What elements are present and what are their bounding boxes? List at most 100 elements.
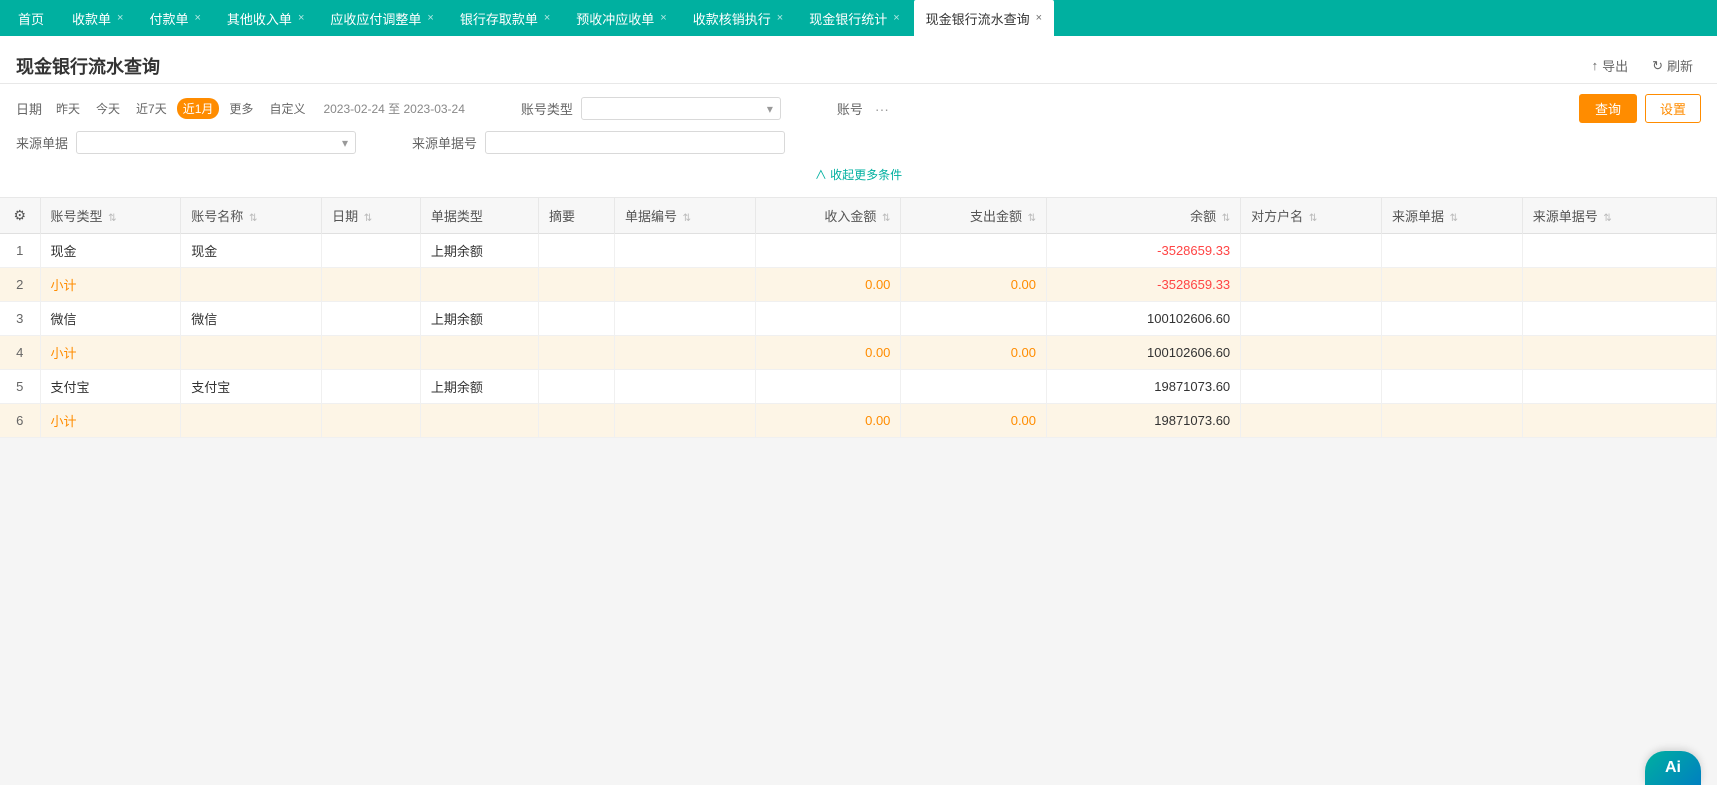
col-account-type[interactable]: 账号类型 ⇅ bbox=[40, 198, 181, 234]
ai-badge[interactable]: Ai bbox=[1645, 751, 1701, 785]
cell-seq: 6 bbox=[0, 404, 40, 438]
source-doc-no-label: 来源单据号 bbox=[412, 133, 477, 152]
col-expense-label: 支出金额 bbox=[970, 209, 1022, 224]
collapse-more-conditions[interactable]: ∧ 收起更多条件 bbox=[16, 162, 1701, 187]
date-btn-yesterday[interactable]: 昨天 bbox=[50, 98, 86, 119]
col-source-doc-no[interactable]: 来源单据号 ⇅ bbox=[1522, 198, 1716, 234]
col-date[interactable]: 日期 ⇅ bbox=[322, 198, 421, 234]
cell-counterparty bbox=[1241, 336, 1382, 370]
page-header: 现金银行流水查询 ↑ 导出 ↻ 刷新 bbox=[0, 36, 1717, 84]
cell-date bbox=[322, 302, 421, 336]
date-btn-7days[interactable]: 近7天 bbox=[130, 98, 173, 119]
account-more-icon[interactable]: ··· bbox=[871, 101, 893, 117]
account-type-select[interactable] bbox=[581, 97, 781, 120]
close-tab-1[interactable]: × bbox=[194, 12, 200, 24]
cell-account-name: 支付宝 bbox=[181, 370, 322, 404]
col-doc-type[interactable]: 单据类型 bbox=[420, 198, 538, 234]
table-row: 3 微信 微信 上期余额 100102606.60 bbox=[0, 302, 1717, 336]
settings-button[interactable]: 设置 bbox=[1645, 94, 1701, 123]
cell-doc-no bbox=[615, 370, 756, 404]
date-btn-today[interactable]: 今天 bbox=[90, 98, 126, 119]
cell-counterparty bbox=[1241, 370, 1382, 404]
col-source-doc[interactable]: 来源单据 ⇅ bbox=[1381, 198, 1522, 234]
date-options: 昨天 今天 近7天 近1月 更多 自定义 bbox=[50, 98, 311, 119]
filter-account: 账号 ··· bbox=[837, 99, 893, 118]
nav-tab-yushouzhong[interactable]: 预收冲应收单 × bbox=[564, 0, 678, 36]
sort-account-name: ⇅ bbox=[249, 213, 257, 224]
col-counterparty[interactable]: 对方户名 ⇅ bbox=[1241, 198, 1382, 234]
cell-doc-type bbox=[420, 336, 538, 370]
nav-tab-qitashouru[interactable]: 其他收入单 × bbox=[215, 0, 316, 36]
close-tab-5[interactable]: × bbox=[660, 12, 666, 24]
refresh-button[interactable]: ↻ 刷新 bbox=[1644, 52, 1701, 79]
cell-source-doc bbox=[1381, 404, 1522, 438]
cell-counterparty bbox=[1241, 302, 1382, 336]
cell-source-doc bbox=[1381, 268, 1522, 302]
col-doc-no-label: 单据编号 bbox=[625, 209, 677, 224]
cell-date bbox=[322, 336, 421, 370]
close-tab-7[interactable]: × bbox=[893, 12, 899, 24]
nav-tab-xianjinyinhangtongjj[interactable]: 现金银行统计 × bbox=[797, 0, 911, 36]
cell-income bbox=[755, 234, 901, 268]
col-expense[interactable]: 支出金额 ⇅ bbox=[901, 198, 1047, 234]
close-tab-6[interactable]: × bbox=[777, 12, 783, 24]
cell-source-doc-no bbox=[1522, 404, 1716, 438]
date-btn-custom[interactable]: 自定义 bbox=[263, 98, 311, 119]
column-settings-icon[interactable]: ⚙ bbox=[13, 207, 26, 224]
table-row: 6 小计 0.00 0.00 19871073.60 bbox=[0, 404, 1717, 438]
close-tab-4[interactable]: × bbox=[544, 12, 550, 24]
date-btn-more[interactable]: 更多 bbox=[223, 98, 259, 119]
close-tab-0[interactable]: × bbox=[117, 12, 123, 24]
nav-tab-xianjinyinhangliushui[interactable]: 现金银行流水查询 × bbox=[914, 0, 1054, 36]
cell-doc-type: 上期余额 bbox=[420, 234, 538, 268]
col-counterparty-label: 对方户名 bbox=[1251, 209, 1303, 224]
export-button[interactable]: ↑ 导出 bbox=[1584, 52, 1637, 79]
filter-date: 日期 昨天 今天 近7天 近1月 更多 自定义 2023-02-24 至 202… bbox=[16, 98, 465, 119]
sort-source-doc: ⇅ bbox=[1450, 213, 1458, 224]
col-summary[interactable]: 摘要 bbox=[538, 198, 614, 234]
nav-home[interactable]: 首页 bbox=[4, 0, 58, 36]
col-balance[interactable]: 余额 ⇅ bbox=[1047, 198, 1241, 234]
cell-source-doc-no bbox=[1522, 268, 1716, 302]
nav-tab-shoukuanhexiao[interactable]: 收款核销执行 × bbox=[681, 0, 795, 36]
col-account-type-label: 账号类型 bbox=[51, 209, 103, 224]
nav-tab-yingshouyingfu[interactable]: 应收应付调整单 × bbox=[318, 0, 445, 36]
account-type-label: 账号类型 bbox=[521, 99, 573, 118]
close-tab-2[interactable]: × bbox=[298, 12, 304, 24]
sort-expense: ⇅ bbox=[1028, 213, 1036, 224]
date-btn-1month[interactable]: 近1月 bbox=[177, 98, 220, 119]
col-doc-no[interactable]: 单据编号 ⇅ bbox=[615, 198, 756, 234]
cell-source-doc bbox=[1381, 370, 1522, 404]
cell-income: 0.00 bbox=[755, 404, 901, 438]
page-title: 现金银行流水查询 bbox=[16, 53, 160, 79]
table-row: 1 现金 现金 上期余额 -3528659.33 bbox=[0, 234, 1717, 268]
source-doc-no-input[interactable] bbox=[485, 131, 785, 154]
col-account-name[interactable]: 账号名称 ⇅ bbox=[181, 198, 322, 234]
account-type-select-wrapper bbox=[581, 97, 781, 120]
filter-row-2: 来源单据 来源单据号 bbox=[16, 131, 1701, 154]
close-tab-8[interactable]: × bbox=[1036, 12, 1042, 24]
col-source-doc-label: 来源单据 bbox=[1392, 209, 1444, 224]
cell-income bbox=[755, 370, 901, 404]
nav-tab-yinhangcunqu[interactable]: 银行存取款单 × bbox=[448, 0, 562, 36]
sort-date: ⇅ bbox=[364, 213, 372, 224]
close-tab-3[interactable]: × bbox=[427, 12, 433, 24]
filter-row-1: 日期 昨天 今天 近7天 近1月 更多 自定义 2023-02-24 至 202… bbox=[16, 94, 1701, 123]
cell-expense bbox=[901, 370, 1047, 404]
cell-seq: 4 bbox=[0, 336, 40, 370]
cell-balance: -3528659.33 bbox=[1047, 234, 1241, 268]
col-date-label: 日期 bbox=[332, 209, 358, 224]
date-range-display: 2023-02-24 至 2023-03-24 bbox=[323, 100, 464, 117]
cell-doc-no bbox=[615, 302, 756, 336]
source-doc-select[interactable] bbox=[76, 131, 356, 154]
query-button[interactable]: 查询 bbox=[1579, 94, 1637, 123]
col-income[interactable]: 收入金额 ⇅ bbox=[755, 198, 901, 234]
cell-summary bbox=[538, 302, 614, 336]
nav-tab-shoukuandan[interactable]: 收款单 × bbox=[60, 0, 135, 36]
sort-counterparty: ⇅ bbox=[1309, 213, 1317, 224]
sort-income: ⇅ bbox=[882, 213, 890, 224]
col-settings[interactable]: ⚙ bbox=[0, 198, 40, 234]
cell-source-doc bbox=[1381, 302, 1522, 336]
nav-tab-fukuandan[interactable]: 付款单 × bbox=[137, 0, 212, 36]
cell-expense: 0.00 bbox=[901, 404, 1047, 438]
